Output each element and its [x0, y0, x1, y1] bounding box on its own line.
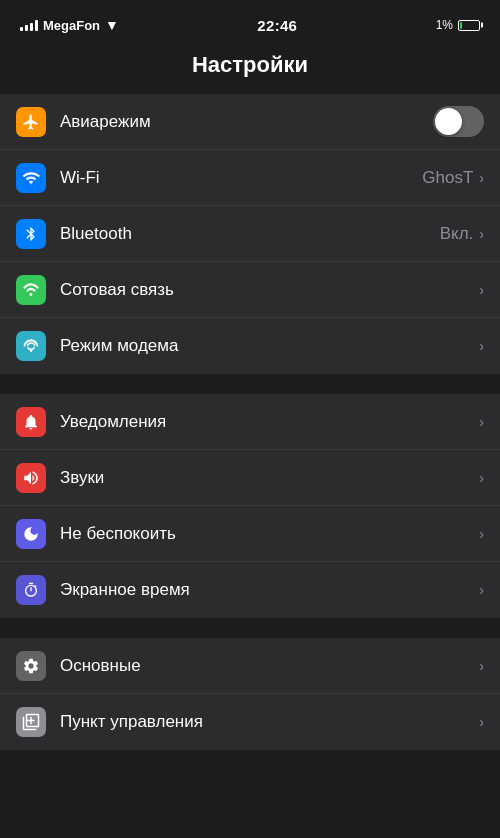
wifi-value: GhosT [422, 168, 473, 188]
hotspot-chevron-icon: › [479, 338, 484, 354]
wifi-status-icon: ▼ [105, 17, 119, 33]
status-left: MegaFon ▼ [20, 17, 119, 33]
hotspot-icon [16, 331, 46, 361]
bluetooth-label: Bluetooth [60, 224, 440, 244]
general-chevron-icon: › [479, 658, 484, 674]
wifi-icon [16, 163, 46, 193]
notifications-group: Уведомления › Звуки › Не беспокоить › Эк… [0, 394, 500, 618]
signal-bars-icon [20, 19, 38, 31]
wifi-label: Wi-Fi [60, 168, 422, 188]
status-right: 1% [436, 18, 480, 32]
battery-percent: 1% [436, 18, 453, 32]
general-label: Основные [60, 656, 479, 676]
cellular-icon [16, 275, 46, 305]
separator-2 [0, 620, 500, 638]
control-center-icon [16, 707, 46, 737]
donotdisturb-label: Не беспокоить [60, 524, 479, 544]
donotdisturb-chevron-icon: › [479, 526, 484, 542]
sounds-icon [16, 463, 46, 493]
wifi-row[interactable]: Wi-Fi GhosT › [0, 150, 500, 206]
bluetooth-chevron-icon: › [479, 226, 484, 242]
sounds-row[interactable]: Звуки › [0, 450, 500, 506]
screentime-label: Экранное время [60, 580, 479, 600]
control-center-chevron-icon: › [479, 714, 484, 730]
general-icon [16, 651, 46, 681]
control-center-label: Пункт управления [60, 712, 479, 732]
bluetooth-value: Вкл. [440, 224, 474, 244]
battery-icon [458, 20, 480, 31]
airplane-toggle[interactable] [433, 106, 484, 137]
donotdisturb-icon [16, 519, 46, 549]
connectivity-group: Авиарежим Wi-Fi GhosT › Bluetooth Вкл. › [0, 94, 500, 374]
sounds-chevron-icon: › [479, 470, 484, 486]
bluetooth-row[interactable]: Bluetooth Вкл. › [0, 206, 500, 262]
notifications-icon [16, 407, 46, 437]
hotspot-row[interactable]: Режим модема › [0, 318, 500, 374]
donotdisturb-row[interactable]: Не беспокоить › [0, 506, 500, 562]
airplane-label: Авиарежим [60, 112, 433, 132]
cellular-chevron-icon: › [479, 282, 484, 298]
notifications-row[interactable]: Уведомления › [0, 394, 500, 450]
status-bar: MegaFon ▼ 22:46 1% [0, 0, 500, 44]
separator-1 [0, 376, 500, 394]
screentime-icon [16, 575, 46, 605]
airplane-icon [16, 107, 46, 137]
carrier-label: MegaFon [43, 18, 100, 33]
cellular-row[interactable]: Сотовая связь › [0, 262, 500, 318]
sounds-label: Звуки [60, 468, 479, 488]
control-center-row[interactable]: Пункт управления › [0, 694, 500, 750]
screentime-chevron-icon: › [479, 582, 484, 598]
wifi-chevron-icon: › [479, 170, 484, 186]
notifications-label: Уведомления [60, 412, 479, 432]
cellular-label: Сотовая связь [60, 280, 479, 300]
airplane-row[interactable]: Авиарежим [0, 94, 500, 150]
general-group: Основные › Пункт управления › [0, 638, 500, 750]
general-row[interactable]: Основные › [0, 638, 500, 694]
bluetooth-icon [16, 219, 46, 249]
page-title: Настройки [0, 44, 500, 94]
screentime-row[interactable]: Экранное время › [0, 562, 500, 618]
notifications-chevron-icon: › [479, 414, 484, 430]
hotspot-label: Режим модема [60, 336, 479, 356]
clock: 22:46 [257, 17, 297, 34]
